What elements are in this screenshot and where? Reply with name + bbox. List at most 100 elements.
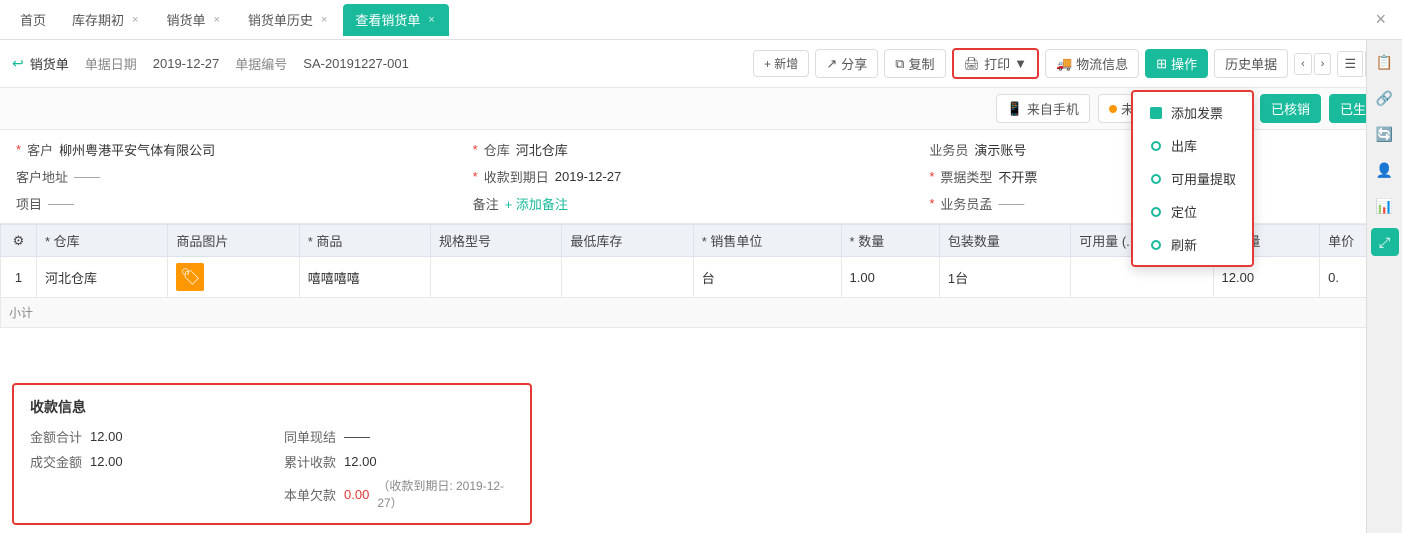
list-view-button[interactable]: ☰ [1337, 51, 1363, 77]
logistics-button[interactable]: 🚚 物流信息 [1045, 49, 1139, 78]
row-min-stock [562, 257, 693, 298]
row-product: 嘻嘻嘻嘻 [299, 257, 430, 298]
col-warehouse: * 仓库 [37, 225, 168, 257]
row-pack-qty: 1台 [939, 257, 1070, 298]
col-settings: ⚙ [1, 225, 37, 257]
balance-note: （收款到期日: 2019-12-27） [377, 477, 514, 511]
tab-inventory-init[interactable]: 库存期初 × [60, 4, 152, 36]
print-dropdown-icon: ▼ [1014, 56, 1027, 71]
copy-icon: ⧉ [895, 56, 904, 72]
dropdown-outbound[interactable]: 出库 [1133, 129, 1252, 162]
warehouse-field: * 仓库 河北仓库 [473, 140, 930, 159]
cumulative-value: 12.00 [344, 454, 377, 469]
sidebar-icon-link[interactable]: 🔗 [1371, 84, 1399, 112]
outbound-icon [1151, 141, 1161, 151]
print-button[interactable]: 🖨 打印 ▼ [952, 48, 1039, 79]
address-field: 客户地址 —— [16, 167, 473, 186]
window-close-button[interactable]: × [1367, 9, 1394, 30]
copy-button[interactable]: ⧉ 复制 [884, 49, 945, 78]
row-spec [431, 257, 562, 298]
next-button[interactable]: › [1314, 53, 1332, 75]
row-product-img: 🏷 [168, 257, 299, 298]
transaction-value: 12.00 [90, 454, 123, 469]
sidebar-icon-expand[interactable]: ⤢ [1371, 228, 1399, 256]
operations-icon: ⊞ [1156, 56, 1167, 72]
warehouse-label: 仓库 [484, 140, 510, 159]
payment-panel: 收款信息 金额合计 12.00 同单现结 —— 成交金额 12.00 累计收款 … [12, 383, 532, 525]
salesperson-label: 业务员孟 [940, 194, 992, 213]
print-icon: 🖨 [964, 56, 981, 72]
same-order-label: 同单现结 [284, 427, 336, 446]
project-label: 项目 [16, 194, 42, 213]
history-button[interactable]: 历史单据 [1214, 49, 1288, 78]
payment-grid: 金额合计 12.00 同单现结 —— 成交金额 12.00 累计收款 12.00 [30, 427, 514, 511]
tab-sales-order[interactable]: 销货单 × [154, 4, 233, 36]
product-image: 🏷 [176, 263, 204, 291]
staff-value: 演示账号 [974, 140, 1026, 159]
subtotal-row: 小计 [1, 298, 1402, 328]
balance-label: 本单欠款 [284, 485, 336, 504]
sidebar-icon-chart[interactable]: 📊 [1371, 192, 1399, 220]
tab-sales-history-close[interactable]: × [319, 14, 329, 26]
operations-button[interactable]: ⊞ 操作 [1145, 49, 1208, 78]
ticket-type-value[interactable]: 不开票 [998, 167, 1037, 186]
cancelled-button[interactable]: 已核销 [1260, 94, 1321, 123]
col-min-stock: 最低库存 [562, 225, 693, 257]
tab-home[interactable]: 首页 [8, 4, 58, 36]
sidebar-icon-refresh[interactable]: 🔄 [1371, 120, 1399, 148]
col-spec: 规格型号 [431, 225, 562, 257]
right-sidebar: 📋 🔗 🔄 👤 📊 ⤢ [1366, 40, 1402, 533]
dropdown-add-invoice[interactable]: 添加发票 [1133, 96, 1252, 129]
row-unit: 台 [693, 257, 841, 298]
salesperson-required-marker: * [929, 196, 934, 211]
sidebar-icon-clipboard[interactable]: 📋 [1371, 48, 1399, 76]
note-field: 备注 + 添加备注 [473, 194, 930, 213]
tab-sales-history[interactable]: 销货单历史 × [236, 4, 341, 36]
col-product: * 商品 [299, 225, 430, 257]
tab-view-sales[interactable]: 查看销货单 × [343, 4, 448, 36]
doc-number-value: SA-20191227-001 [303, 56, 409, 71]
add-note-button[interactable]: + 添加备注 [505, 194, 568, 213]
subtotal-label: 小计 [1, 298, 1402, 328]
col-unit: * 销售单位 [693, 225, 841, 257]
from-phone-button[interactable]: 📱 来自手机 [996, 94, 1090, 123]
note-label: 备注 [473, 194, 499, 213]
balance-value: 0.00 [344, 487, 369, 502]
share-button[interactable]: ↗ 分享 [815, 49, 878, 78]
tab-inventory-init-close[interactable]: × [130, 14, 140, 26]
doc-meta: 单据日期 2019-12-27 单据编号 SA-20191227-001 [85, 54, 409, 73]
doc-title-text: 销货单 [30, 54, 69, 73]
project-value: —— [48, 196, 74, 211]
available-qty-icon [1151, 174, 1161, 184]
customer-label: 客户 [27, 140, 53, 159]
transaction-row: 成交金额 12.00 [30, 452, 260, 471]
dropdown-available-qty[interactable]: 可用量提取 [1133, 162, 1252, 195]
operations-dropdown: 添加发票 出库 可用量提取 定位 刷新 [1131, 90, 1254, 267]
ticket-required-marker: * [929, 169, 934, 184]
ticket-type-label: 票据类型 [940, 167, 992, 186]
cumulative-label: 累计收款 [284, 452, 336, 471]
transaction-label: 成交金额 [30, 452, 82, 471]
due-date-value[interactable]: 2019-12-27 [555, 169, 622, 184]
col-pack-qty: 包装数量 [939, 225, 1070, 257]
prev-button[interactable]: ‹ [1294, 53, 1312, 75]
total-value: 12.00 [90, 429, 123, 444]
due-date-label: 收款到期日 [484, 167, 549, 186]
phone-icon: 📱 [1007, 101, 1023, 117]
customer-value[interactable]: 柳州粤港平安气体有限公司 [59, 140, 215, 159]
new-button[interactable]: + 新增 [753, 50, 809, 77]
dropdown-locate[interactable]: 定位 [1133, 195, 1252, 228]
warehouse-value[interactable]: 河北仓库 [516, 140, 568, 159]
doc-date-label: 单据日期 [85, 54, 137, 73]
tab-sales-order-close[interactable]: × [211, 14, 221, 26]
sidebar-icon-user[interactable]: 👤 [1371, 156, 1399, 184]
doc-title: ↩ 销货单 [12, 54, 69, 73]
same-order-row: 同单现结 —— [284, 427, 514, 446]
address-label: 客户地址 [16, 167, 68, 186]
doc-title-icon: ↩ [12, 55, 24, 72]
row-warehouse: 河北仓库 [37, 257, 168, 298]
tab-view-sales-close[interactable]: × [426, 14, 436, 26]
due-date-field: * 收款到期日 2019-12-27 [473, 167, 930, 186]
dropdown-refresh[interactable]: 刷新 [1133, 228, 1252, 261]
row-quantity: 1.00 [841, 257, 939, 298]
